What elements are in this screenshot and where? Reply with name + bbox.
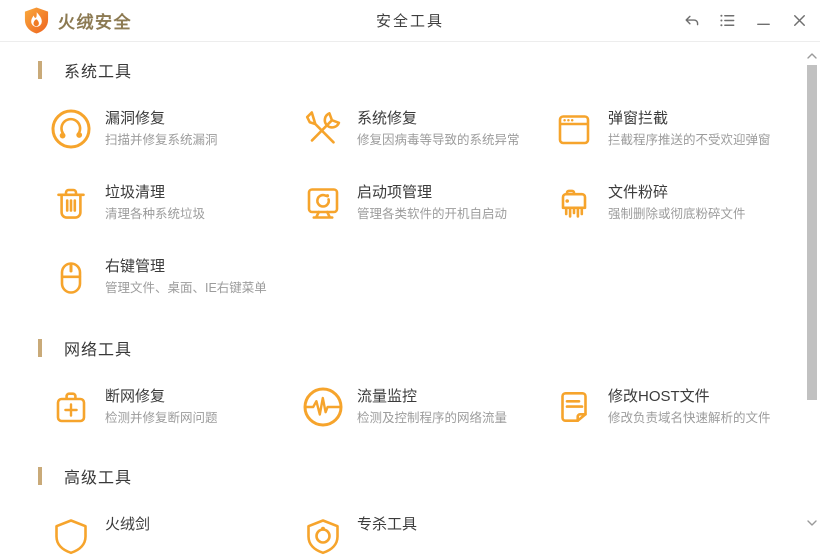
chevron-up-icon[interactable] (806, 52, 818, 60)
tool-desc: 扫描并修复系统漏洞 (105, 133, 218, 147)
tool-card-popup-blocker[interactable]: 弹窗拦截 拦截程序推送的不受欢迎弹窗 (552, 107, 820, 151)
popup-blocker-icon (552, 107, 596, 151)
tool-name: 右键管理 (105, 258, 166, 275)
tool-card-junk-clean[interactable]: 垃圾清理 清理各种系统垃圾 (49, 181, 301, 225)
tool-desc: 修改负责域名快速解析的文件 (608, 411, 771, 425)
tool-name: 启动项管理 (357, 184, 433, 201)
section-accent-bar (38, 339, 42, 357)
tool-name: 漏洞修复 (105, 110, 166, 127)
tool-name: 垃圾清理 (105, 184, 166, 201)
shield-flame-logo (23, 6, 50, 35)
section-header: 系统工具 (38, 60, 820, 81)
tool-desc: 强制删除或彻底粉碎文件 (608, 207, 746, 221)
scrollbar-thumb[interactable] (807, 65, 817, 400)
window-controls (682, 0, 809, 41)
section-accent-bar (38, 61, 42, 79)
sword-shield-icon (49, 513, 93, 557)
file-shredder-icon (552, 181, 596, 225)
host-file-icon (552, 385, 596, 429)
startup-manager-icon (301, 181, 345, 225)
tool-desc: 修复因病毒等导致的系统异常 (357, 133, 520, 147)
tool-grid: 断网修复 检测并修复断网问题 流量监控 检测及控制程序的网络流量 修改HOST文… (49, 385, 820, 429)
tool-name: 流量监控 (357, 388, 418, 405)
tool-name: 断网修复 (105, 388, 166, 405)
close-icon[interactable] (790, 11, 809, 30)
tool-desc: 清理各种系统垃圾 (105, 207, 206, 221)
tool-card-sword-shield[interactable]: 火绒剑 (49, 513, 301, 557)
section-title: 系统工具 (64, 64, 133, 81)
page-title: 安全工具 (375, 13, 445, 30)
tools-page: 系统工具 漏洞修复 扫描并修复系统漏洞 系统修复 修复因病毒等导致的系统异常 弹… (0, 60, 820, 557)
tool-desc: 管理文件、桌面、IE右键菜单 (105, 281, 267, 295)
network-repair-icon (49, 385, 93, 429)
tool-desc: 管理各类软件的开机自启动 (357, 207, 508, 221)
context-menu-manager-icon (49, 255, 93, 299)
tool-card-system-repair[interactable]: 系统修复 修复因病毒等导致的系统异常 (301, 107, 552, 151)
tool-card-traffic-monitor[interactable]: 流量监控 检测及控制程序的网络流量 (301, 385, 552, 429)
tool-name: 火绒剑 (105, 516, 151, 533)
tool-name: 弹窗拦截 (608, 110, 669, 127)
tool-grid: 漏洞修复 扫描并修复系统漏洞 系统修复 修复因病毒等导致的系统异常 弹窗拦截 拦… (49, 107, 820, 299)
section-header: 高级工具 (38, 466, 820, 487)
tool-section: 高级工具 火绒剑 专杀工具 (0, 466, 820, 557)
tool-name: 专杀工具 (357, 516, 418, 533)
section-title: 网络工具 (64, 342, 133, 359)
tool-name: 文件粉碎 (608, 184, 669, 201)
app-brand: 火绒安全 (23, 6, 132, 35)
tool-card-host-file[interactable]: 修改HOST文件 修改负责域名快速解析的文件 (552, 385, 820, 429)
back-icon[interactable] (682, 11, 701, 30)
tool-section: 网络工具 断网修复 检测并修复断网问题 流量监控 检测及控制程序的网络流量 修改… (0, 338, 820, 429)
killer-tool-icon (301, 513, 345, 557)
tool-card-killer-tool[interactable]: 专杀工具 (301, 513, 552, 557)
tool-section: 系统工具 漏洞修复 扫描并修复系统漏洞 系统修复 修复因病毒等导致的系统异常 弹… (0, 60, 820, 299)
app-name: 火绒安全 (58, 13, 132, 32)
tool-card-vulnerability-fix[interactable]: 漏洞修复 扫描并修复系统漏洞 (49, 107, 301, 151)
vulnerability-fix-icon (49, 107, 93, 151)
chevron-down-icon[interactable] (806, 519, 818, 527)
tool-name: 修改HOST文件 (608, 388, 710, 405)
tool-card-file-shredder[interactable]: 文件粉碎 强制删除或彻底粉碎文件 (552, 181, 820, 225)
menu-list-icon[interactable] (718, 11, 737, 30)
scrollbar (805, 44, 819, 540)
traffic-monitor-icon (301, 385, 345, 429)
tool-card-network-repair[interactable]: 断网修复 检测并修复断网问题 (49, 385, 301, 429)
system-repair-icon (301, 107, 345, 151)
section-accent-bar (38, 467, 42, 485)
section-title: 高级工具 (64, 470, 133, 487)
tool-desc: 拦截程序推送的不受欢迎弹窗 (608, 133, 771, 147)
section-header: 网络工具 (38, 338, 820, 359)
tool-card-startup-manager[interactable]: 启动项管理 管理各类软件的开机自启动 (301, 181, 552, 225)
junk-clean-icon (49, 181, 93, 225)
tool-card-context-menu-manager[interactable]: 右键管理 管理文件、桌面、IE右键菜单 (49, 255, 301, 299)
tool-desc: 检测并修复断网问题 (105, 411, 218, 425)
tool-grid: 火绒剑 专杀工具 (49, 513, 820, 557)
titlebar: 火绒安全 安全工具 (0, 0, 820, 42)
minimize-icon[interactable] (754, 11, 773, 30)
tool-name: 系统修复 (357, 110, 418, 127)
tool-desc: 检测及控制程序的网络流量 (357, 411, 508, 425)
